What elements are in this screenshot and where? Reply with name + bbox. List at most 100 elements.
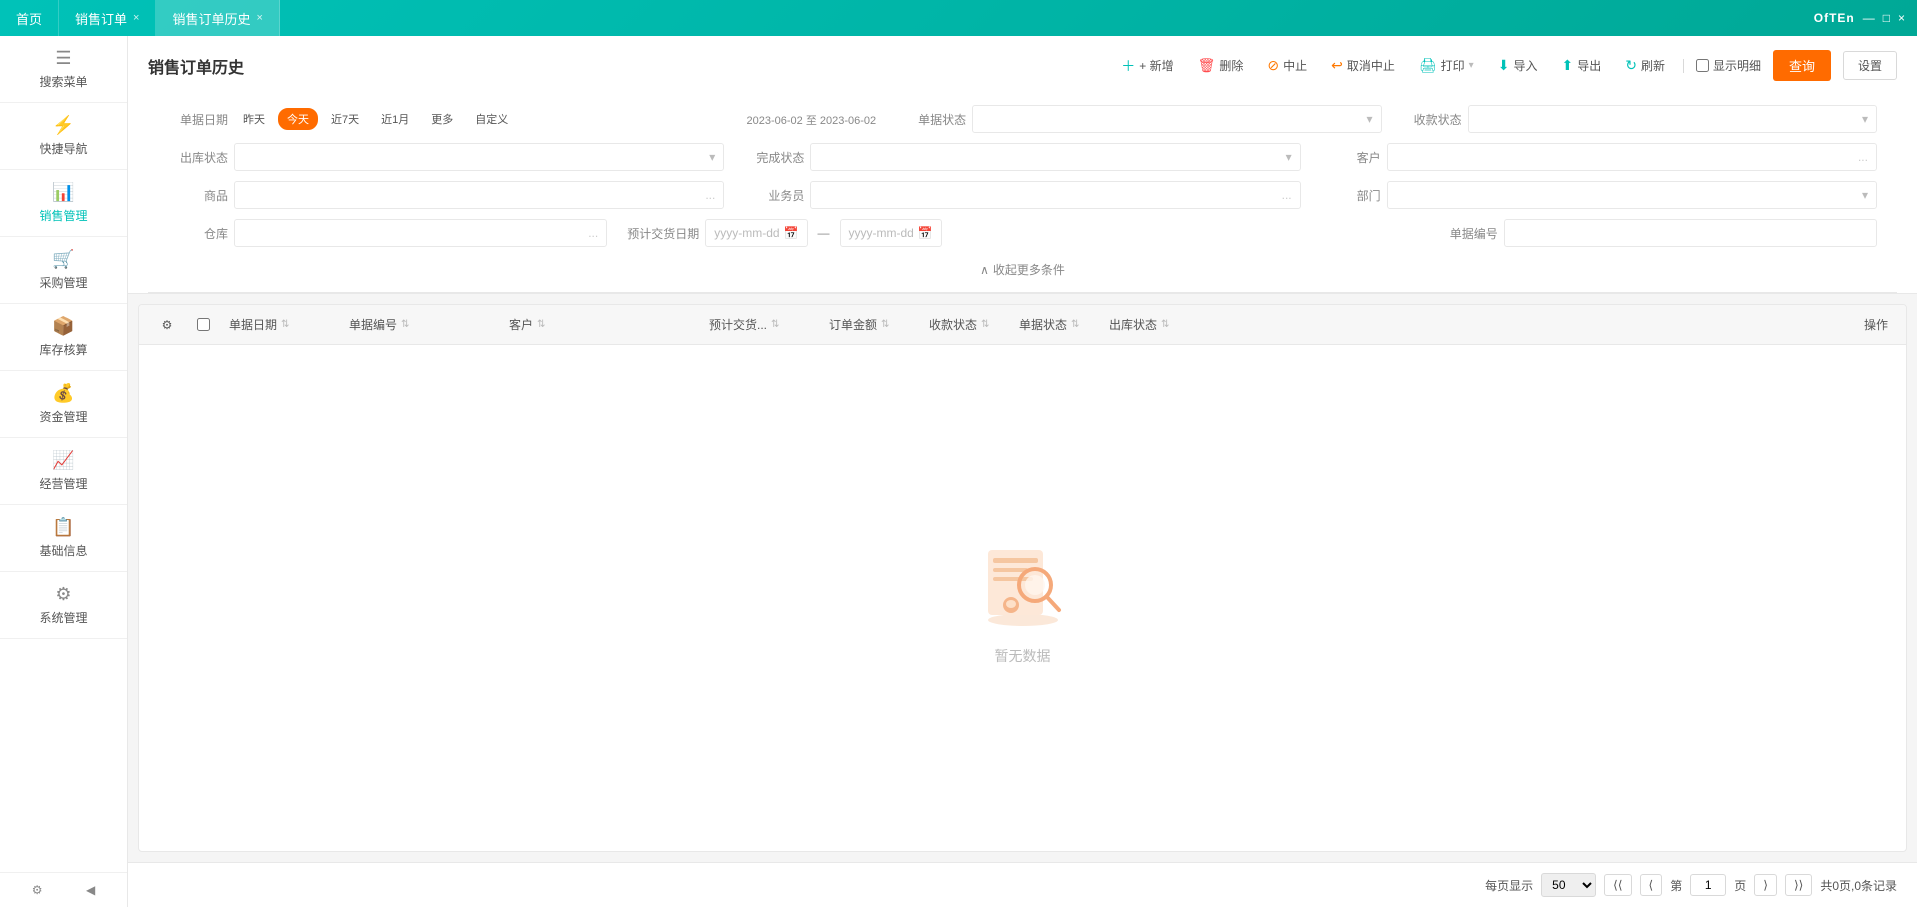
salesperson-input[interactable]: ... <box>810 181 1300 209</box>
last-page-btn[interactable]: ⟩⟩ <box>1785 874 1812 896</box>
select-all-checkbox[interactable] <box>197 318 210 331</box>
sidebar-item-sys-mgmt[interactable]: ⚙ 系统管理 <box>0 572 127 639</box>
product-input[interactable]: ... <box>234 181 724 209</box>
col-receipt-status[interactable]: 收款状态 ⇅ <box>921 316 1011 333</box>
filter-warehouse: 仓库 ... <box>168 219 607 247</box>
col-stock-sort: ⇅ <box>1161 319 1169 330</box>
delivery-date-from[interactable]: yyyy-mm-dd 📅 <box>705 219 807 247</box>
dept-select[interactable]: ▾ <box>1387 181 1877 209</box>
delete-button[interactable]: 🗑 删除 <box>1192 53 1250 78</box>
tab-home[interactable]: 首页 <box>0 0 59 36</box>
settings-button[interactable]: 设置 <box>1843 51 1897 80</box>
sidebar-collapse-icon[interactable]: ◀ <box>86 883 95 897</box>
print-dropdown-icon: ▾ <box>1469 60 1474 71</box>
col-customer[interactable]: 客户 ⇅ <box>501 316 701 333</box>
col-number[interactable]: 单据编号 ⇅ <box>341 316 501 333</box>
date-1month-btn[interactable]: 近1月 <box>372 108 418 130</box>
go-label: 第 <box>1670 877 1682 894</box>
col-receipt-sort: ⇅ <box>981 319 989 330</box>
complete-status-select[interactable]: ▾ <box>810 143 1300 171</box>
sidebar-item-inventory[interactable]: 📦 库存核算 <box>0 304 127 371</box>
print-button[interactable]: 🖨 打印 ▾ <box>1413 53 1480 78</box>
col-bill-status[interactable]: 单据状态 ⇅ <box>1011 316 1101 333</box>
sidebar-item-ops-mgmt-label: 经营管理 <box>39 475 87 492</box>
stock-out-select[interactable]: ▾ <box>234 143 724 171</box>
date-label: 单据日期 <box>168 111 228 128</box>
sidebar-item-finance-label: 资金管理 <box>39 408 87 425</box>
basic-info-icon: 📋 <box>52 517 74 538</box>
calendar-icon-to: 📅 <box>918 226 933 240</box>
bill-status-select[interactable]: ▾ <box>972 105 1381 133</box>
stop-button[interactable]: ⊘ 中止 <box>1261 53 1313 78</box>
col-date[interactable]: 单据日期 ⇅ <box>221 316 341 333</box>
product-label: 商品 <box>168 187 228 204</box>
sidebar-item-ops-mgmt[interactable]: 📈 经营管理 <box>0 438 127 505</box>
import-button[interactable]: ⬇ 导入 <box>1492 53 1544 78</box>
display-detail-checkbox[interactable] <box>1696 59 1709 72</box>
page-input[interactable]: 1 <box>1690 874 1726 896</box>
col-checkbox[interactable] <box>185 318 221 331</box>
next-page-btn[interactable]: ⟩ <box>1754 874 1777 896</box>
search-button[interactable]: 查询 <box>1773 50 1831 81</box>
refresh-label: 刷新 <box>1641 57 1665 74</box>
sidebar-item-search-menu[interactable]: ☰ 搜索菜单 <box>0 36 127 103</box>
new-button[interactable]: ＋ + 新增 <box>1115 52 1179 80</box>
date-7days-btn[interactable]: 近7天 <box>322 108 368 130</box>
pagination: 每页显示 50 10 20 100 ⟨⟨ ⟨ 第 1 页 ⟩ ⟩⟩ 共0页,0条… <box>128 862 1917 907</box>
export-button[interactable]: ⬆ 导出 <box>1555 53 1607 78</box>
toolbar-divider <box>1683 59 1684 73</box>
tab-sales-order[interactable]: 销售订单 × <box>59 0 156 36</box>
date-range-text: 2023-06-02 至 2023-06-02 <box>747 112 877 128</box>
cancel-stop-button[interactable]: ↩ 取消中止 <box>1325 53 1401 78</box>
stock-out-arrow: ▾ <box>709 150 715 164</box>
col-amount[interactable]: 订单金额 ⇅ <box>821 316 921 333</box>
filter-row-1: 单据日期 昨天 今天 近7天 近1月 更多 自定义 <box>168 105 1877 133</box>
sidebar-item-basic-info[interactable]: 📋 基础信息 <box>0 505 127 572</box>
tab-sales-order-close[interactable]: × <box>133 12 139 24</box>
toolbar: ＋ + 新增 🗑 删除 ⊘ 中止 ↩ 取消中止 <box>1115 50 1897 81</box>
tab-sales-history[interactable]: 销售订单历史 × <box>156 0 279 36</box>
col-delivery[interactable]: 预计交货... ⇅ <box>701 316 821 333</box>
filter-customer: 客户 ... <box>1321 143 1877 171</box>
first-page-btn[interactable]: ⟨⟨ <box>1604 874 1631 896</box>
empty-illustration <box>963 530 1083 630</box>
collapse-up-icon: ∧ <box>980 263 989 277</box>
prev-page-btn[interactable]: ⟨ <box>1640 874 1663 896</box>
date-yesterday-btn[interactable]: 昨天 <box>234 108 274 130</box>
display-detail-checkbox-label[interactable]: 显示明细 <box>1696 57 1761 74</box>
customer-label: 客户 <box>1321 149 1381 166</box>
sidebar-item-sales-mgmt-label: 销售管理 <box>39 207 87 224</box>
sidebar-settings-icon[interactable]: ⚙ <box>32 883 43 897</box>
sidebar-item-purchase-mgmt[interactable]: 🛒 采购管理 <box>0 237 127 304</box>
col-delivery-sort: ⇅ <box>771 319 779 330</box>
warehouse-input[interactable]: ... <box>234 219 607 247</box>
sidebar-item-sales-mgmt[interactable]: 📊 销售管理 <box>0 170 127 237</box>
date-more-btn[interactable]: 更多 <box>422 108 462 130</box>
tab-sales-history-close[interactable]: × <box>256 12 262 24</box>
topbar-minimize[interactable]: — <box>1863 11 1875 25</box>
date-custom-btn[interactable]: 自定义 <box>466 108 517 130</box>
sidebar-item-quick-nav[interactable]: ⚡ 快捷导航 <box>0 103 127 170</box>
topbar-maximize[interactable]: □ <box>1883 11 1890 25</box>
receipt-status-select[interactable]: ▾ <box>1468 105 1877 133</box>
collapse-row[interactable]: ∧ 收起更多条件 <box>168 257 1877 282</box>
delivery-date-to[interactable]: yyyy-mm-dd 📅 <box>840 219 942 247</box>
date-today-btn[interactable]: 今天 <box>278 108 318 130</box>
print-label: 打印 <box>1441 57 1465 74</box>
bill-number-input[interactable] <box>1504 219 1877 247</box>
filter-receipt-status: 收款状态 ▾ <box>1402 105 1877 133</box>
col-settings[interactable]: ⚙ <box>149 318 185 332</box>
date-value: 昨天 今天 近7天 近1月 更多 自定义 <box>234 108 739 130</box>
empty-text: 暂无数据 <box>995 646 1051 666</box>
refresh-button[interactable]: ↻ 刷新 <box>1619 53 1671 78</box>
col-number-sort: ⇅ <box>401 319 409 330</box>
import-label: 导入 <box>1513 57 1537 74</box>
topbar-close[interactable]: × <box>1898 11 1905 25</box>
col-stock-status[interactable]: 出库状态 ⇅ <box>1101 316 1191 333</box>
per-page-select[interactable]: 50 10 20 100 <box>1541 873 1596 897</box>
brand-text: OfTEn <box>1814 11 1855 25</box>
customer-input[interactable]: ... <box>1387 143 1877 171</box>
filter-complete-status: 完成状态 ▾ <box>744 143 1300 171</box>
inventory-icon: 📦 <box>52 316 74 337</box>
sidebar-item-finance[interactable]: 💰 资金管理 <box>0 371 127 438</box>
